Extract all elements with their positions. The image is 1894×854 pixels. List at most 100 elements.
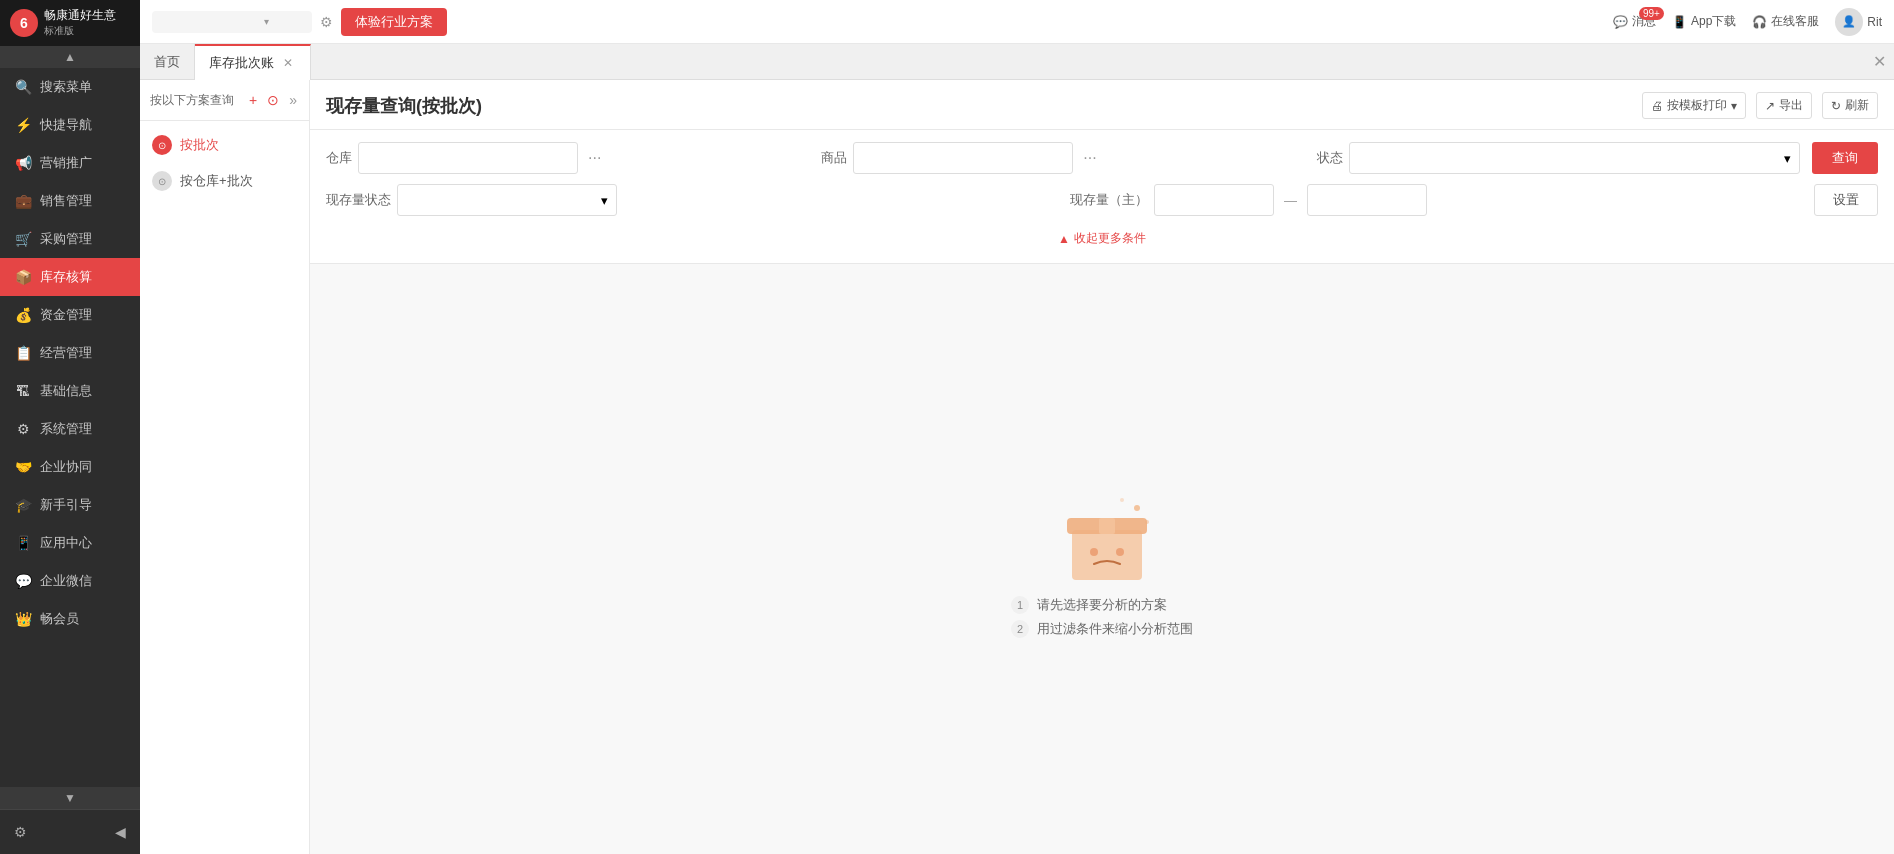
sidebar-item-wechat[interactable]: 💬企业微信: [0, 562, 140, 600]
nav-icon-finance: 💰: [14, 306, 32, 324]
sidebar-nav: 🔍搜索菜单⚡快捷导航📢营销推广💼销售管理🛒采购管理📦库存核算 💰 资金管理 📋经营管理…: [0, 68, 140, 787]
app-download-action[interactable]: 📱 App下载: [1672, 13, 1736, 30]
sidebar-item-inventory[interactable]: 📦库存核算: [0, 258, 140, 296]
collapse-filters-button[interactable]: ▲ 收起更多条件: [326, 226, 1878, 251]
refresh-icon: ↻: [1831, 99, 1841, 113]
svg-point-5: [1134, 505, 1140, 511]
nav-label-finance: 资金管理: [40, 306, 92, 324]
nav-label-search: 搜索菜单: [40, 78, 92, 96]
stock-quantity-max-input[interactable]: [1307, 184, 1427, 216]
tab-inventory-batch[interactable]: 库存批次账 ✕: [195, 44, 311, 80]
sidebar-item-search[interactable]: 🔍搜索菜单: [0, 68, 140, 106]
tab-close-icon[interactable]: ✕: [280, 55, 296, 71]
print-button[interactable]: 🖨 按模板打印 ▾: [1642, 92, 1746, 119]
sidebar-settings-icon[interactable]: ⚙: [10, 820, 31, 844]
refresh-button[interactable]: ↻ 刷新: [1822, 92, 1878, 119]
product-input[interactable]: [853, 142, 1073, 174]
nav-label-operations: 经营管理: [40, 344, 92, 362]
status-filter-label: 状态: [1317, 149, 1343, 167]
message-action[interactable]: 💬 消息 99+: [1613, 13, 1656, 30]
search-chevron-icon[interactable]: ▾: [264, 16, 269, 27]
empty-hint-2: 2 用过滤条件来缩小分析范围: [1011, 620, 1193, 638]
tab-home[interactable]: 首页: [140, 44, 195, 80]
query-button[interactable]: 查询: [1812, 142, 1878, 174]
nav-label-marketing: 营销推广: [40, 154, 92, 172]
sidebar-item-sales[interactable]: 💼销售管理: [0, 182, 140, 220]
scheme-list: ⊙ 按批次 ⊙ 按仓库+批次: [140, 121, 309, 205]
message-badge: 99+: [1639, 7, 1664, 20]
scheme-item-batch[interactable]: ⊙ 按批次: [140, 127, 309, 163]
status-chevron-icon: ▾: [1784, 151, 1791, 166]
scheme-panel-title: 按以下方案查询: [150, 92, 234, 109]
sidebar-scroll-up[interactable]: ▲: [0, 46, 140, 68]
product-dots-icon[interactable]: ···: [1079, 149, 1100, 167]
user-profile-action[interactable]: 👤 Rit: [1835, 8, 1882, 36]
collapse-chevron-icon: ▲: [1058, 232, 1070, 246]
warehouse-filter-group: 仓库 ···: [326, 142, 809, 174]
print-chevron-icon: ▾: [1731, 99, 1737, 113]
stock-quantity-min-input[interactable]: [1154, 184, 1274, 216]
svg-point-3: [1090, 548, 1098, 556]
scheme-collapse-icon[interactable]: »: [287, 90, 299, 110]
scheme-panel-header: 按以下方案查询 + ⊙ »: [140, 80, 309, 121]
sidebar: 6 畅康通好生意 标准版 ▲ 🔍搜索菜单⚡快捷导航📢营销推广💼销售管理🛒采购管理…: [0, 0, 140, 854]
tabbar-close-all-icon[interactable]: ✕: [1873, 52, 1886, 71]
page-header: 现存量查询(按批次) 🖨 按模板打印 ▾ ↗ 导出 ↻: [310, 80, 1894, 130]
online-service-action[interactable]: 🎧 在线客服: [1752, 13, 1819, 30]
nav-label-enterprise: 企业协同: [40, 458, 92, 476]
topbar-gear-icon[interactable]: ⚙: [320, 14, 333, 30]
scheme-panel: 按以下方案查询 + ⊙ » ⊙ 按批次 ⊙ 按仓库+批次: [140, 80, 310, 854]
collapse-label: 收起更多条件: [1074, 230, 1146, 247]
status-select[interactable]: ▾: [1349, 142, 1800, 174]
export-button[interactable]: ↗ 导出: [1756, 92, 1812, 119]
sidebar-item-system[interactable]: ⚙系统管理: [0, 410, 140, 448]
sidebar-item-shortcut[interactable]: ⚡快捷导航: [0, 106, 140, 144]
sidebar-item-basic[interactable]: 🏗 基础信息: [0, 372, 140, 410]
print-label: 按模板打印: [1667, 97, 1727, 114]
sidebar-item-member[interactable]: 👑畅会员: [0, 600, 140, 638]
stock-status-select[interactable]: ▾: [397, 184, 617, 216]
scheme-settings-icon[interactable]: ⊙: [265, 90, 281, 110]
trial-button[interactable]: 体验行业方案: [341, 8, 447, 36]
hint-number-1: 1: [1011, 596, 1029, 614]
scheme-add-icon[interactable]: +: [247, 90, 259, 110]
sidebar-item-marketing[interactable]: 📢营销推广: [0, 144, 140, 182]
search-input[interactable]: [160, 15, 260, 29]
nav-icon-member: 👑: [14, 610, 32, 628]
content-area: 按以下方案查询 + ⊙ » ⊙ 按批次 ⊙ 按仓库+批次: [140, 80, 1894, 854]
warehouse-dots-icon[interactable]: ···: [584, 149, 605, 167]
filter-row-2: 现存量状态 ▾ 现存量（主） — 设置: [326, 184, 1878, 216]
nav-label-sales: 销售管理: [40, 192, 92, 210]
nav-icon-basic: 🏗: [14, 382, 32, 400]
sidebar-company-info: 畅康通好生意 标准版: [44, 8, 116, 38]
sidebar-item-apps[interactable]: 📱应用中心: [0, 524, 140, 562]
nav-label-newguide: 新手引导: [40, 496, 92, 514]
product-filter-label: 商品: [821, 149, 847, 167]
sidebar-item-operations[interactable]: 📋经营管理: [0, 334, 140, 372]
export-label: 导出: [1779, 97, 1803, 114]
tab-inventory-batch-label: 库存批次账: [209, 54, 274, 72]
sidebar-item-purchase[interactable]: 🛒采购管理: [0, 220, 140, 258]
nav-icon-newguide: 🎓: [14, 496, 32, 514]
main-area: ▾ ⚙ 体验行业方案 💬 消息 99+ 📱 App下载 🎧 在线客服 👤 Rit: [140, 0, 1894, 854]
scheme-header-actions: + ⊙ »: [247, 90, 299, 110]
sidebar-scroll-down[interactable]: ▼: [0, 787, 140, 809]
nav-label-basic: 基础信息: [40, 382, 92, 400]
settings-button[interactable]: 设置: [1814, 184, 1878, 216]
nav-label-shortcut: 快捷导航: [40, 116, 92, 134]
sidebar-item-finance[interactable]: 💰 资金管理: [0, 296, 140, 334]
nav-icon-enterprise: 🤝: [14, 458, 32, 476]
scheme-label-warehouse-batch: 按仓库+批次: [180, 172, 253, 190]
nav-label-inventory: 库存核算: [40, 268, 92, 286]
sidebar-item-enterprise[interactable]: 🤝 企业协同: [0, 448, 140, 486]
stock-status-chevron-icon: ▾: [601, 193, 608, 208]
topbar-actions: 💬 消息 99+ 📱 App下载 🎧 在线客服 👤 Rit: [1613, 8, 1882, 36]
warehouse-input[interactable]: [358, 142, 578, 174]
scheme-label-batch: 按批次: [180, 136, 219, 154]
tab-home-label: 首页: [154, 53, 180, 71]
refresh-label: 刷新: [1845, 97, 1869, 114]
filter-row-1: 仓库 ··· 商品 ··· 状态 ▾: [326, 142, 1878, 174]
sidebar-collapse-icon[interactable]: ◀: [111, 820, 130, 844]
sidebar-item-newguide[interactable]: 🎓 新手引导: [0, 486, 140, 524]
scheme-item-warehouse-batch[interactable]: ⊙ 按仓库+批次: [140, 163, 309, 199]
